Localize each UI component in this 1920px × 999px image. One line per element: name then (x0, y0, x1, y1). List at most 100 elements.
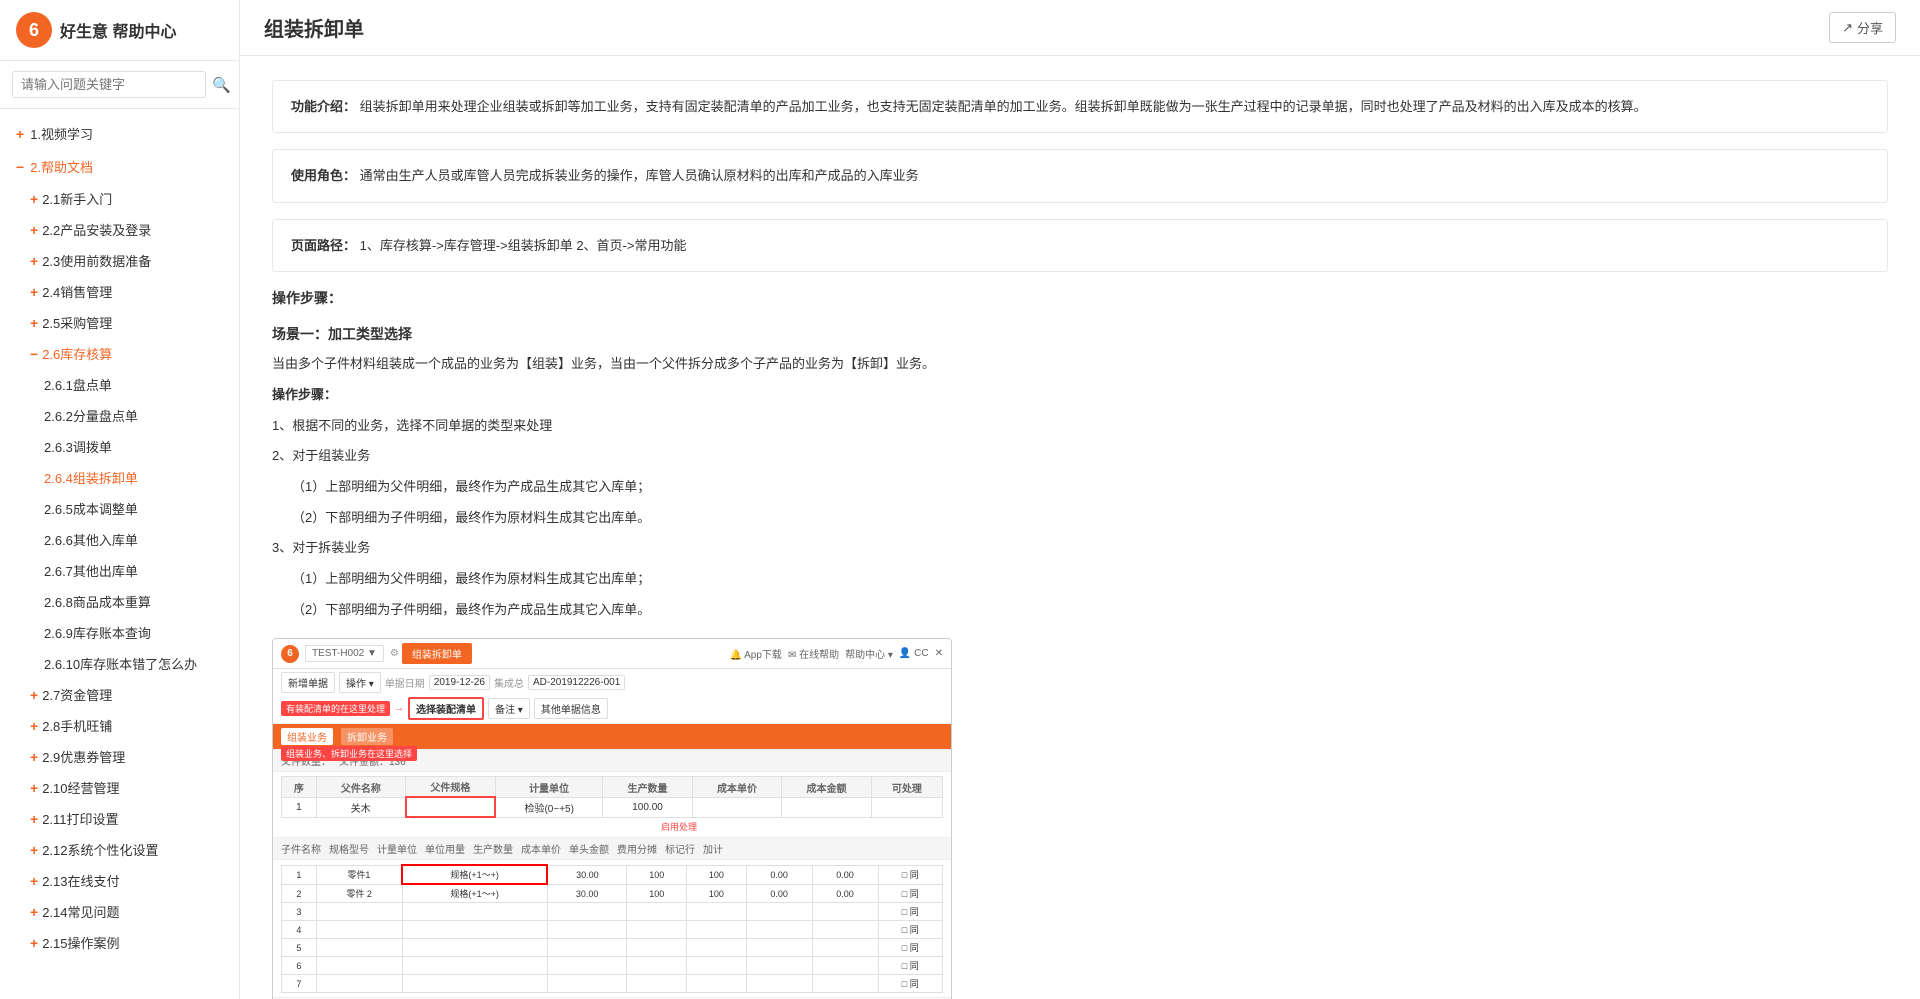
collapse-icon-s26: − (30, 346, 38, 362)
scenario1-desc: 当由多个子件材料组装成一个成品的业务为【组装】业务，当由一个父件拆分成多个子产品… (272, 352, 1888, 377)
sidebar-section-1-label: 1.视频学习 (30, 124, 93, 143)
expand-icon-s214: + (30, 904, 38, 920)
func-intro-text: 组装拆卸单用来处理企业组装或拆卸等加工业务，支持有固定装配清单的产品加工业务，也… (360, 99, 1647, 114)
mock-active-tab: 组装拆卸单 (402, 643, 472, 664)
sidebar-section-2[interactable]: − 2.帮助文档 (0, 150, 239, 183)
sidebar-item-s23[interactable]: + 2.3使用前数据准备 (0, 245, 239, 276)
brand-name: 好生意 帮助中心 (60, 18, 176, 42)
mock-logo: 6 (281, 645, 299, 663)
mock-top-right: 🔔 App下载 ✉ 在线帮助 帮助中心 ▾ 👤 CC ✕ (729, 646, 943, 661)
sidebar-item-s215[interactable]: + 2.15操作案例 (0, 927, 239, 958)
sidebar-item-s264[interactable]: 2.6.4组装拆卸单 (0, 462, 239, 493)
sidebar-item-s210[interactable]: + 2.10经营管理 (0, 772, 239, 803)
sidebar-item-s24[interactable]: + 2.4销售管理 (0, 276, 239, 307)
mock-top-table-area: 序 父件名称 父件规格 计量单位 生产数量 成本单价 成本金额 可处理 (273, 772, 951, 837)
mock-type-cx: 拆卸业务 (341, 728, 393, 745)
scenario1-title: 场景一：加工类型选择 (272, 324, 1888, 344)
sidebar-item-s2: − 2.帮助文档 + 2.1新手入门 + 2.2产品安装及登录 + 2.3使用前… (0, 150, 239, 958)
mock-bottom-row-1: 1 零件1 规格(+1～+) 30.00 100 100 0.00 0.00 □… (282, 865, 943, 884)
sidebar-item-s2610[interactable]: 2.6.10库存账本错了怎么办 (0, 648, 239, 679)
mock-toolbar: 新增单据 操作 ▾ 单据日期 2019-12-26 集成总 AD-2019122… (273, 669, 951, 724)
mock-type-zz: 组装业务 (281, 728, 333, 745)
sidebar-item-s212[interactable]: + 2.12系统个性化设置 (0, 834, 239, 865)
step1: 1、根据不同的业务，选择不同单据的类型来处理 (272, 414, 1888, 439)
share-button[interactable]: ↗ 分享 (1829, 12, 1896, 43)
mock-bottom-row-5: 5 □ 同 (282, 939, 943, 957)
page-title: 组装拆卸单 (264, 13, 364, 42)
sidebar-section-2-label: 2.帮助文档 (30, 157, 93, 176)
annotation-3: 组装业务、拆卸业务在这里选择 (281, 746, 417, 761)
screenshot-container: 6 TEST-H002 ▼ ⚙ 组装拆卸单 🔔 App下载 ✉ 在线帮助 帮助中… (272, 638, 952, 999)
sidebar-item-s266[interactable]: 2.6.6其他入库单 (0, 524, 239, 555)
role-label: 使用角色： (291, 168, 356, 183)
func-intro-block: 功能介绍： 组装拆卸单用来处理企业组装或拆卸等加工业务，支持有固定装配清单的产品… (272, 80, 1888, 133)
sidebar-item-s25[interactable]: + 2.5采购管理 (0, 307, 239, 338)
sidebar-item-s29[interactable]: + 2.9优惠券管理 (0, 741, 239, 772)
sidebar-item-s26[interactable]: − 2.6库存核算 (0, 338, 239, 369)
expand-icon-s210: + (30, 780, 38, 796)
sidebar-item-s213[interactable]: + 2.13在线支付 (0, 865, 239, 896)
mock-select-assembly-btn: 选择装配清单 (408, 697, 484, 720)
step3-2: （2）下部明细为子件明细，最终作为产成品生成其它入库单。 (272, 598, 1888, 623)
sidebar-item-s269[interactable]: 2.6.9库存账本查询 (0, 617, 239, 648)
mock-bottom-row-3: 3 □ 同 (282, 903, 943, 921)
share-icon: ↗ (1842, 20, 1853, 36)
expand-icon-s215: + (30, 935, 38, 951)
path-block: 页面路径： 1、库存核算->库存管理->组装拆卸单 2、首页->常用功能 (272, 219, 1888, 272)
expand-icon-s212: + (30, 842, 38, 858)
sidebar-item-s268[interactable]: 2.6.8商品成本重算 (0, 586, 239, 617)
search-button[interactable]: 🔍 (212, 76, 231, 94)
expand-icon-s213: + (30, 873, 38, 889)
mock-top-table-row-1: 1 关木 检验(0~+5) 100.00 (282, 797, 943, 817)
step2: 2、对于组装业务 (272, 444, 1888, 469)
sidebar-item-s214[interactable]: + 2.14常见问题 (0, 896, 239, 927)
expand-icon-s29: + (30, 749, 38, 765)
role-text: 通常由生产人员或库管人员完成拆装业务的操作，库管人员确认原材料的出库和产成品的入… (360, 168, 919, 183)
sidebar-item-s265[interactable]: 2.6.5成本调整单 (0, 493, 239, 524)
expand-icon-s22: + (30, 222, 38, 238)
main-content: 组装拆卸单 ↗ 分享 功能介绍： 组装拆卸单用来处理企业组装或拆卸等加工业务，支… (240, 0, 1920, 999)
sidebar-item-s262[interactable]: 2.6.2分量盘点单 (0, 400, 239, 431)
logo-icon: 6 (16, 12, 52, 48)
mock-bottom-table: 1 零件1 规格(+1～+) 30.00 100 100 0.00 0.00 □… (281, 864, 943, 993)
expand-icon-s23: + (30, 253, 38, 269)
mock-top-table: 序 父件名称 父件规格 计量单位 生产数量 成本单价 成本金额 可处理 (281, 776, 943, 818)
collapse-icon-s2: − (16, 159, 24, 175)
annotation-4: 启用处理 (661, 820, 943, 833)
mock-bottom-row-7: 7 □ 同 (282, 975, 943, 993)
mock-tabs: ⚙ 组装拆卸单 (390, 643, 472, 664)
mock-section-header-bottom: 子件名称 规格型号 计量单位 单位用量 生产数量 成本单价 单头金额 费用分摊 … (273, 837, 951, 860)
sidebar-item-s28[interactable]: + 2.8手机旺铺 (0, 710, 239, 741)
expand-icon-s27: + (30, 687, 38, 703)
sidebar-header: 6 好生意 帮助中心 (0, 0, 239, 61)
sidebar-item-s263[interactable]: 2.6.3调拨单 (0, 431, 239, 462)
sidebar-item-s261[interactable]: 2.6.1盘点单 (0, 369, 239, 400)
func-intro-label: 功能介绍： (291, 99, 356, 114)
topbar: 组装拆卸单 ↗ 分享 (240, 0, 1920, 56)
search-input[interactable] (12, 71, 206, 98)
content-area: 功能介绍： 组装拆卸单用来处理企业组装或拆卸等加工业务，支持有固定装配清单的产品… (240, 56, 1920, 999)
sidebar-item-s1: + 1.视频学习 (0, 117, 239, 150)
screenshot-mock: 6 TEST-H002 ▼ ⚙ 组装拆卸单 🔔 App下载 ✉ 在线帮助 帮助中… (273, 639, 951, 999)
expand-icon-s21: + (30, 191, 38, 207)
sidebar-item-s267[interactable]: 2.6.7其他出库单 (0, 555, 239, 586)
expand-icon-s28: + (30, 718, 38, 734)
sidebar-section-1[interactable]: + 1.视频学习 (0, 117, 239, 150)
mock-bottom-row-2: 2 零件 2 规格(+1～+) 30.00 100 100 0.00 0.00 … (282, 884, 943, 903)
sidebar-item-s211[interactable]: + 2.11打印设置 (0, 803, 239, 834)
search-box: 🔍 (0, 61, 239, 109)
mock-company-select: TEST-H002 ▼ (305, 645, 384, 662)
expand-icon-s25: + (30, 315, 38, 331)
sidebar-item-s21[interactable]: + 2.1新手入门 (0, 183, 239, 214)
sidebar-item-s27[interactable]: + 2.7资金管理 (0, 679, 239, 710)
path-label: 页面路径： (291, 238, 356, 253)
mock-bottom-row-6: 6 □ 同 (282, 957, 943, 975)
step2-1: （1）上部明细为父件明细，最终作为产成品生成其它入库单； (272, 475, 1888, 500)
mock-app-bar: 6 TEST-H002 ▼ ⚙ 组装拆卸单 🔔 App下载 ✉ 在线帮助 帮助中… (273, 639, 951, 669)
nav-tree: + 1.视频学习 − 2.帮助文档 + 2.1新手入门 + 2.2产品安装及登录 (0, 109, 239, 999)
sidebar-item-s22[interactable]: + 2.2产品安装及登录 (0, 214, 239, 245)
step3: 3、对于拆装业务 (272, 536, 1888, 561)
expand-icon-s24: + (30, 284, 38, 300)
mock-app-bar-left: 6 TEST-H002 ▼ ⚙ 组装拆卸单 (281, 643, 721, 664)
step2-2: （2）下部明细为子件明细，最终作为原材料生成其它出库单。 (272, 506, 1888, 531)
